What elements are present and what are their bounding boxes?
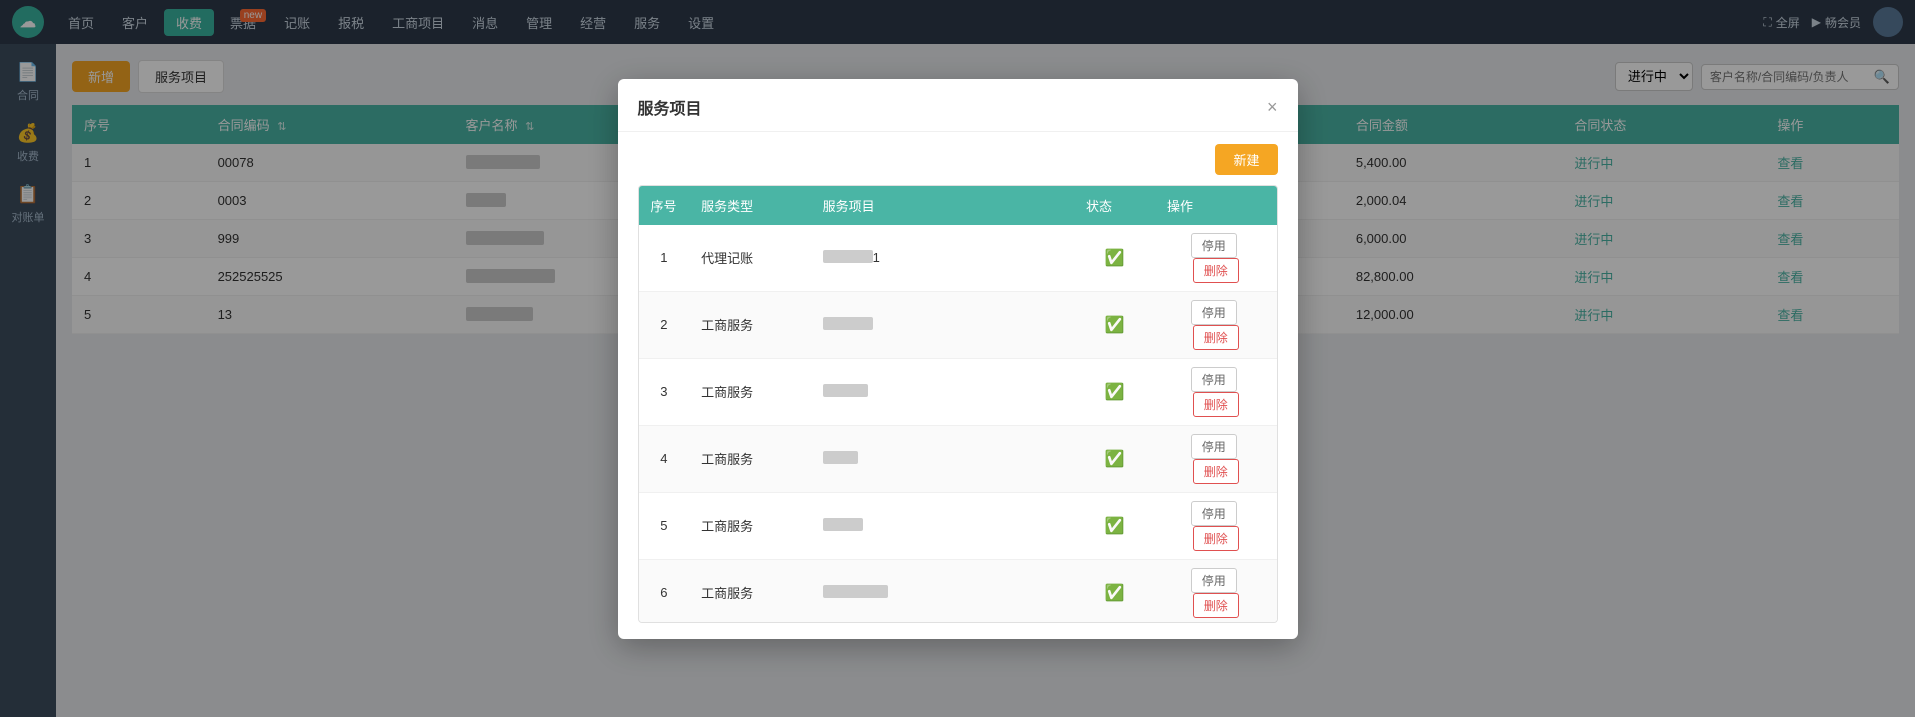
modal-cell-seq: 5 [639, 492, 690, 559]
modal-cell-seq: 4 [639, 425, 690, 492]
modal-table-wrap[interactable]: 序号 服务类型 服务项目 状态 操作 1 代理记账 ██1 ✅ 停用 [638, 185, 1278, 623]
modal-cell-status: ✅ [1074, 291, 1155, 358]
modal-cell-type: 代理记账 [689, 225, 811, 292]
modal-cell-project: ██1 [811, 225, 1074, 292]
modal-cell-project: ███ [811, 492, 1074, 559]
status-check-icon: ✅ [1104, 317, 1124, 334]
modal-cell-type: 工商服务 [689, 425, 811, 492]
stop-button[interactable]: 停用 [1191, 434, 1237, 459]
status-check-icon: ✅ [1104, 518, 1124, 535]
modal-cell-status: ✅ [1074, 559, 1155, 623]
modal-cell-action: 停用 删除 [1155, 291, 1277, 358]
delete-button[interactable]: 删除 [1193, 325, 1239, 350]
modal-th-seq: 序号 [639, 186, 690, 225]
modal-cell-status: ✅ [1074, 492, 1155, 559]
stop-button[interactable]: 停用 [1191, 300, 1237, 325]
status-check-icon: ✅ [1104, 250, 1124, 267]
delete-button[interactable]: 删除 [1193, 392, 1239, 417]
modal-close-button[interactable]: × [1267, 98, 1278, 116]
delete-button[interactable]: 删除 [1193, 459, 1239, 484]
delete-button[interactable]: 删除 [1193, 593, 1239, 618]
modal-cell-project: █████ [811, 559, 1074, 623]
service-modal: 服务项目 × 新建 序号 服务类型 服务项目 状态 操作 [618, 79, 1298, 639]
modal-cell-action: 停用 删除 [1155, 425, 1277, 492]
delete-button[interactable]: 删除 [1193, 526, 1239, 551]
modal-th-action: 操作 [1155, 186, 1277, 225]
modal-th-type: 服务类型 [689, 186, 811, 225]
modal-title: 服务项目 [638, 95, 702, 119]
stop-button[interactable]: 停用 [1191, 568, 1237, 593]
modal-cell-project: ███ [811, 425, 1074, 492]
modal-cell-status: ✅ [1074, 425, 1155, 492]
stop-button[interactable]: 停用 [1191, 501, 1237, 526]
stop-button[interactable]: 停用 [1191, 233, 1237, 258]
modal-cell-project: ████ [811, 291, 1074, 358]
modal-cell-seq: 3 [639, 358, 690, 425]
stop-button[interactable]: 停用 [1191, 367, 1237, 392]
modal-table-row: 6 工商服务 █████ ✅ 停用 删除 [639, 559, 1277, 623]
modal-cell-status: ✅ [1074, 225, 1155, 292]
modal-header: 服务项目 × [618, 79, 1298, 132]
modal-table-row: 3 工商服务 ████ ✅ 停用 删除 [639, 358, 1277, 425]
modal-cell-action: 停用 删除 [1155, 492, 1277, 559]
modal-table: 序号 服务类型 服务项目 状态 操作 1 代理记账 ██1 ✅ 停用 [639, 186, 1277, 623]
modal-cell-project: ████ [811, 358, 1074, 425]
modal-cell-type: 工商服务 [689, 291, 811, 358]
delete-button[interactable]: 删除 [1193, 258, 1239, 283]
modal-cell-type: 工商服务 [689, 492, 811, 559]
modal-cell-seq: 2 [639, 291, 690, 358]
status-check-icon: ✅ [1104, 451, 1124, 468]
modal-table-row: 2 工商服务 ████ ✅ 停用 删除 [639, 291, 1277, 358]
modal-cell-type: 工商服务 [689, 559, 811, 623]
modal-body: 新建 序号 服务类型 服务项目 状态 操作 1 代 [618, 132, 1298, 639]
status-check-icon: ✅ [1104, 585, 1124, 602]
modal-toolbar: 新建 [638, 144, 1278, 175]
modal-cell-seq: 6 [639, 559, 690, 623]
modal-table-row: 4 工商服务 ███ ✅ 停用 删除 [639, 425, 1277, 492]
modal-cell-action: 停用 删除 [1155, 559, 1277, 623]
modal-table-row: 5 工商服务 ███ ✅ 停用 删除 [639, 492, 1277, 559]
modal-cell-status: ✅ [1074, 358, 1155, 425]
modal-cell-type: 工商服务 [689, 358, 811, 425]
modal-new-button[interactable]: 新建 [1215, 144, 1277, 175]
modal-th-status: 状态 [1074, 186, 1155, 225]
modal-th-project: 服务项目 [811, 186, 1074, 225]
modal-cell-action: 停用 删除 [1155, 358, 1277, 425]
modal-cell-seq: 1 [639, 225, 690, 292]
modal-cell-action: 停用 删除 [1155, 225, 1277, 292]
status-check-icon: ✅ [1104, 384, 1124, 401]
modal-table-row: 1 代理记账 ██1 ✅ 停用 删除 [639, 225, 1277, 292]
modal-overlay[interactable]: 服务项目 × 新建 序号 服务类型 服务项目 状态 操作 [0, 0, 1915, 717]
